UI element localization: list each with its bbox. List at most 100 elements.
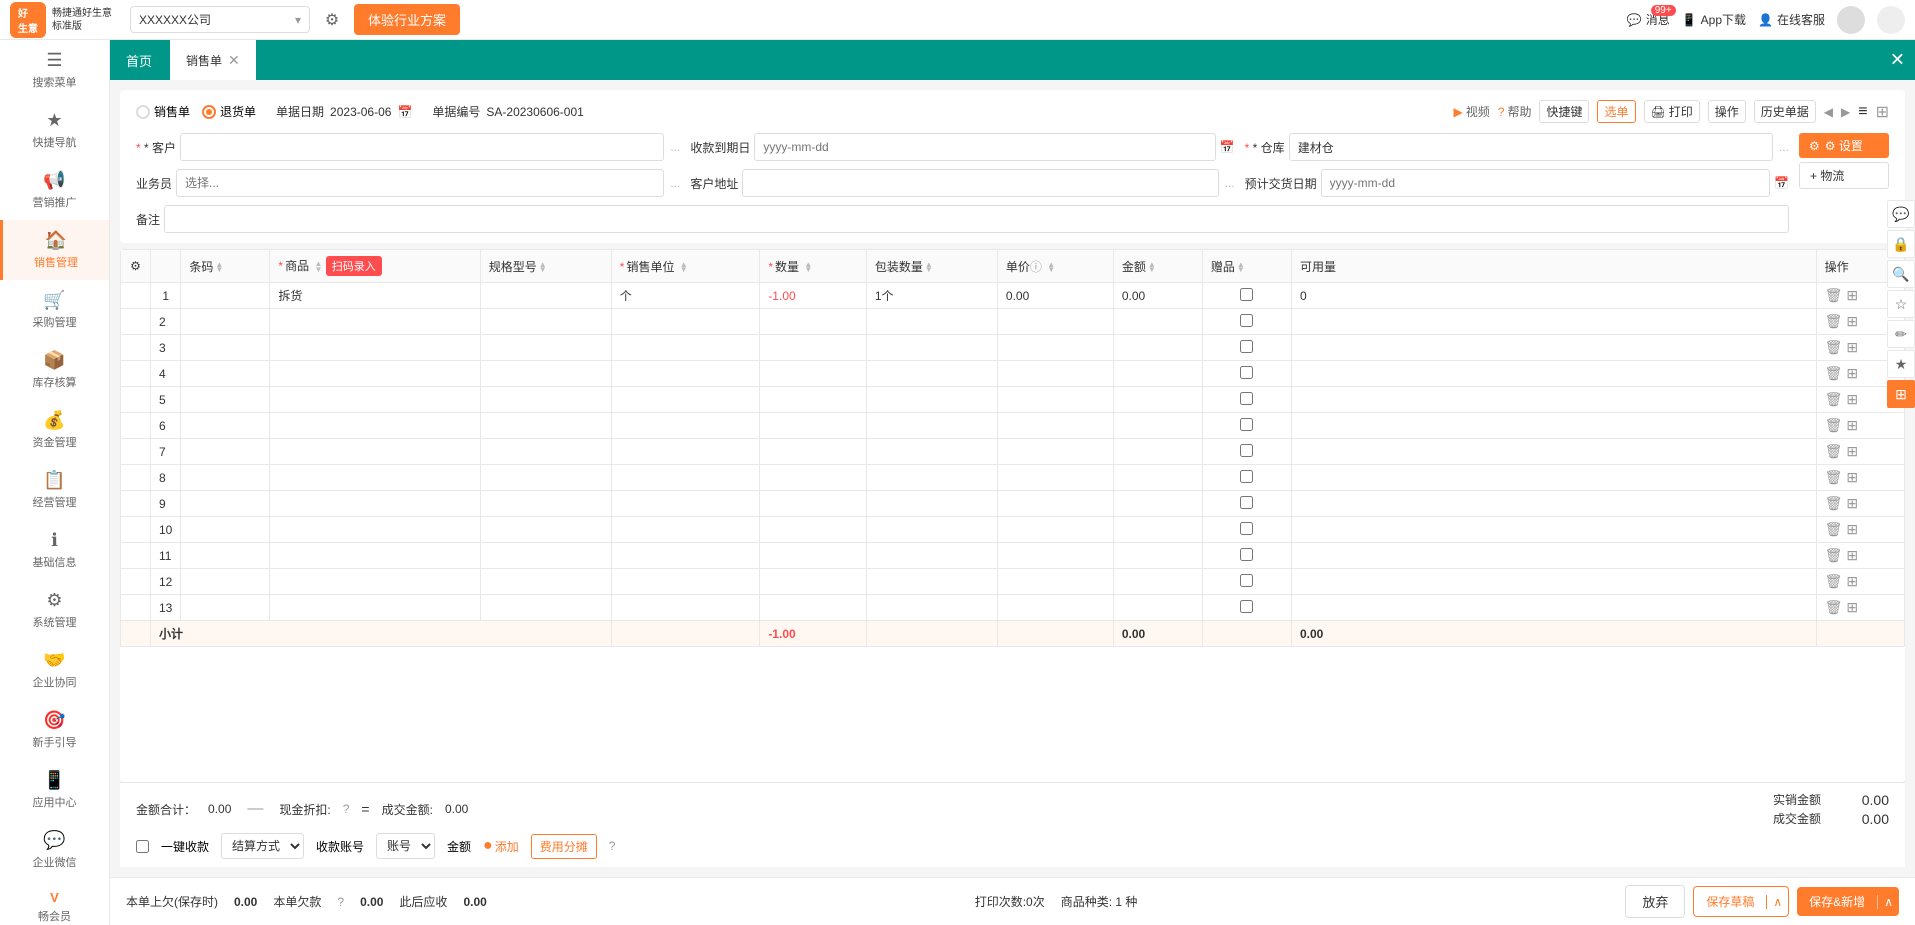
expected-date-input[interactable] <box>1321 169 1770 197</box>
copy-row-8[interactable]: ⊞ <box>1846 469 1858 486</box>
action-select[interactable]: 选单 <box>1597 100 1635 123</box>
td-amount-1[interactable]: 0.00 <box>1113 283 1202 309</box>
sidebar-item-collab[interactable]: 🤝 企业协同 <box>0 640 109 700</box>
sidebar-item-wechat[interactable]: 💬 企业微信 <box>0 820 109 880</box>
float-btn-6[interactable]: ★ <box>1887 350 1915 378</box>
sort-price[interactable]: ▲▼ <box>1047 262 1055 273</box>
remark-input[interactable] <box>164 205 1789 233</box>
delete-row-9[interactable]: 🗑 <box>1825 495 1843 512</box>
delete-row-13[interactable]: 🗑 <box>1825 599 1843 616</box>
copy-row-2[interactable]: ⊞ <box>1846 313 1858 330</box>
sidebar-item-basic-info[interactable]: ℹ 基础信息 <box>0 520 109 580</box>
message-button[interactable]: 💬 消息 99+ <box>1627 11 1670 28</box>
td-gift-1[interactable] <box>1202 283 1291 309</box>
th-setting[interactable]: ⚙ <box>121 250 151 283</box>
cash-discount-help-icon[interactable]: ? <box>343 802 350 816</box>
td-price-1[interactable]: 0.00 <box>997 283 1113 309</box>
close-page-icon[interactable]: ✕ <box>1890 50 1905 71</box>
settings-icon[interactable]: ⚙ <box>318 6 346 34</box>
sidebar-item-search[interactable]: ☰ 搜索菜单 <box>0 40 109 100</box>
sort-amount[interactable]: ▲▼ <box>1148 262 1156 273</box>
warehouse-input[interactable] <box>1289 133 1773 161</box>
avatar2[interactable] <box>1877 6 1905 34</box>
sort-pack-qty[interactable]: ▲▼ <box>925 262 933 273</box>
copy-row-10[interactable]: ⊞ <box>1846 521 1858 538</box>
sidebar-item-app-center[interactable]: 📱 应用中心 <box>0 760 109 820</box>
logistics-button[interactable]: + 物流 <box>1799 162 1889 189</box>
sidebar-item-operations[interactable]: 📋 经营管理 <box>0 460 109 520</box>
customer-input[interactable] <box>180 133 664 161</box>
copy-row-6[interactable]: ⊞ <box>1846 417 1858 434</box>
delete-row-12[interactable]: 🗑 <box>1825 573 1843 590</box>
delete-row-7[interactable]: 🗑 <box>1825 443 1843 460</box>
sort-spec[interactable]: ▲▼ <box>539 262 547 273</box>
radio-return-order[interactable]: 退货单 <box>202 103 256 120</box>
save-draft-arrow-icon[interactable]: ∧ <box>1766 895 1788 909</box>
add-payment-button[interactable]: ● 添加 <box>483 837 519 855</box>
float-btn-orange[interactable]: ⊞ <box>1887 380 1915 408</box>
copy-row-9[interactable]: ⊞ <box>1846 495 1858 512</box>
online-service-button[interactable]: 👤 在线客服 <box>1758 11 1825 28</box>
float-btn-1[interactable]: 💬 <box>1887 200 1915 228</box>
customer-addr-dots-icon[interactable]: ... <box>1225 176 1235 190</box>
tab-home[interactable]: 首页 <box>110 40 168 80</box>
calendar-icon[interactable]: 📅 <box>397 105 412 119</box>
settings-button[interactable]: ⚙ ⚙ 设置 <box>1799 133 1889 158</box>
sort-product[interactable]: ▲▼ <box>314 261 322 272</box>
customer-dots-icon[interactable]: ... <box>670 140 680 154</box>
copy-row-13[interactable]: ⊞ <box>1846 599 1858 616</box>
action-help[interactable]: ? 帮助 <box>1498 103 1532 120</box>
quick-pay-checkbox[interactable] <box>136 840 149 853</box>
fee-help-icon[interactable]: ? <box>609 839 616 853</box>
table-scroll[interactable]: ⚙ 条码▲▼ *商品 ▲▼ 扫码录入 <box>120 249 1905 782</box>
radio-sales-order[interactable]: 销售单 <box>136 103 190 120</box>
gift-checkbox-1[interactable] <box>1240 288 1253 301</box>
tab-close-icon[interactable]: ✕ <box>228 52 240 69</box>
copy-row-7[interactable]: ⊞ <box>1846 443 1858 460</box>
company-selector[interactable]: XXXXXX公司 ▾ <box>130 6 310 33</box>
sidebar-item-guide[interactable]: 🎯 新手引导 <box>0 700 109 760</box>
sort-barcode[interactable]: ▲▼ <box>215 262 223 273</box>
td-product-1[interactable]: 拆货 <box>270 283 480 309</box>
delete-row-8[interactable]: 🗑 <box>1825 469 1843 486</box>
action-operate[interactable]: 操作 <box>1708 100 1746 123</box>
copy-row-3[interactable]: ⊞ <box>1846 339 1858 356</box>
copy-row-4[interactable]: ⊞ <box>1846 365 1858 382</box>
salesperson-dots-icon[interactable]: ... <box>670 176 680 190</box>
sort-qty[interactable]: ▲▼ <box>804 262 812 273</box>
sidebar-item-purchase[interactable]: 🛒 采购管理 <box>0 280 109 340</box>
owed-help-icon[interactable]: ? <box>337 895 344 909</box>
td-spec-1[interactable] <box>480 283 611 309</box>
due-date-input[interactable] <box>754 133 1215 161</box>
sidebar-item-quick-nav[interactable]: ★ 快捷导航 <box>0 100 109 160</box>
view-list-icon[interactable]: ≡ <box>1858 103 1867 121</box>
sidebar-item-sales[interactable]: 🏠 销售管理 <box>0 220 109 280</box>
delete-row-4[interactable]: 🗑 <box>1825 365 1843 382</box>
delete-row-2[interactable]: 🗑 <box>1825 313 1843 330</box>
float-btn-4[interactable]: ☆ <box>1887 290 1915 318</box>
copy-row-11[interactable]: ⊞ <box>1846 547 1858 564</box>
td-qty-1[interactable]: -1.00 <box>760 283 867 309</box>
fee-split-button[interactable]: 费用分摊 <box>531 834 597 859</box>
delete-row-10[interactable]: 🗑 <box>1825 521 1843 538</box>
action-print[interactable]: 🖨 打印 <box>1644 100 1700 123</box>
price-info-icon[interactable]: ⓘ <box>1030 260 1042 274</box>
delete-row-6[interactable]: 🗑 <box>1825 417 1843 434</box>
sidebar-item-system[interactable]: ⚙ 系统管理 <box>0 580 109 640</box>
td-barcode-1[interactable] <box>181 283 270 309</box>
float-btn-2[interactable]: 🔒 <box>1887 230 1915 258</box>
sidebar-item-member[interactable]: V 畅会员 <box>0 880 109 925</box>
delete-row-5[interactable]: 🗑 <box>1825 391 1843 408</box>
expected-date-calendar-icon[interactable]: 📅 <box>1774 176 1789 190</box>
delete-row-1[interactable]: 🗑 <box>1825 287 1843 304</box>
tab-sales-order[interactable]: 销售单 ✕ <box>170 40 256 80</box>
copy-row-12[interactable]: ⊞ <box>1846 573 1858 590</box>
scan-button[interactable]: 扫码录入 <box>326 256 382 276</box>
sidebar-item-inventory[interactable]: 📦 库存核算 <box>0 340 109 400</box>
customer-addr-input[interactable] <box>742 169 1218 197</box>
salesperson-input[interactable] <box>176 169 664 197</box>
action-video[interactable]: ▶ 视频 <box>1454 103 1490 120</box>
sort-gift[interactable]: ▲▼ <box>1237 262 1245 273</box>
app-download-button[interactable]: 📱 App下载 <box>1682 11 1746 28</box>
nav-prev-icon[interactable]: ◀ <box>1824 105 1833 119</box>
